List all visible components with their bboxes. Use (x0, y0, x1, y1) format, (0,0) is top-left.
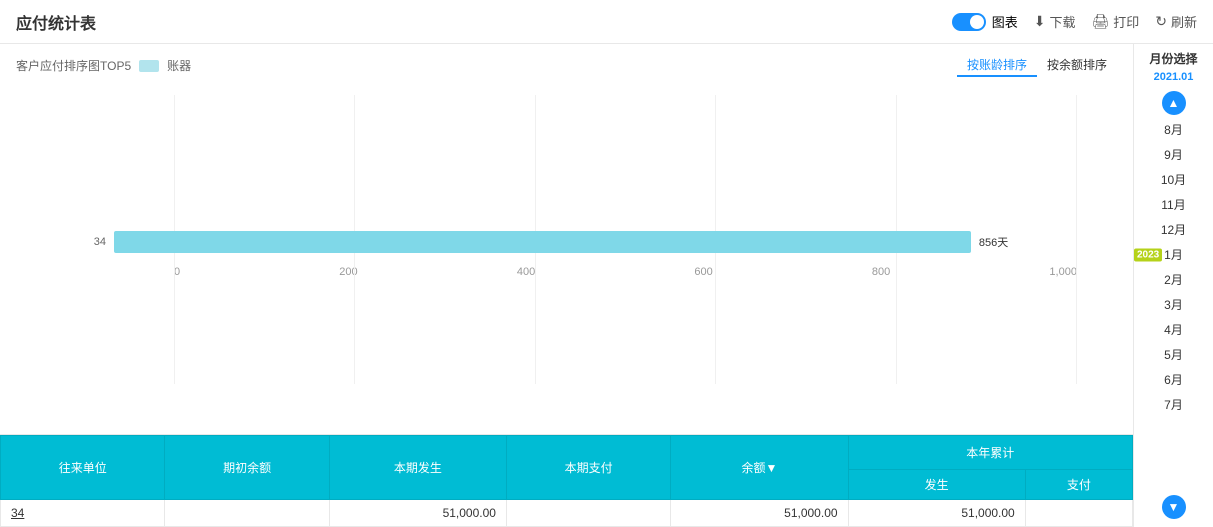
th-ytd-occ: 发生 (848, 470, 1025, 500)
cell-unit: 34 (1, 500, 165, 527)
month-item[interactable]: 20231月 (1134, 242, 1213, 267)
right-sidebar: 月份选择 2021.01 ▲ 8月 9月 10月 11月 12月 20231月 2月 3月 4月… (1133, 44, 1213, 527)
cell-balance: 51,000.00 (671, 500, 848, 527)
page-title: 应付统计表 (16, 10, 96, 34)
th-balance: 余额▼ (671, 436, 848, 500)
header-actions: 图表 ⬇ 下载 🖨 打印 ↻ 刷新 (952, 12, 1197, 31)
month-item[interactable]: 12月 (1134, 217, 1213, 242)
left-panel: 客户应付排序图TOP5 账器 按账龄排序 按余额排序 (0, 44, 1133, 527)
table-area: 往来单位 期初余额 本期发生 本期支付 余额▼ 本年累计 发生 支付 (0, 435, 1133, 527)
x-axis-label: 200 (339, 266, 357, 278)
th-ytd: 本年累计 (848, 436, 1132, 470)
data-table: 往来单位 期初余额 本期发生 本期支付 余额▼ 本年累计 发生 支付 (0, 435, 1133, 527)
print-icon: 🖨 (1091, 13, 1109, 30)
month-label: 3月 (1164, 298, 1183, 312)
sidebar-label: 月份选择 (1149, 50, 1197, 67)
month-item[interactable]: 9月 (1134, 142, 1213, 167)
month-item[interactable]: 4月 (1134, 317, 1213, 342)
sort-by-amount-button[interactable]: 按余额排序 (1037, 54, 1117, 77)
header: 应付统计表 图表 ⬇ 下载 🖨 打印 ↻ 刷新 (0, 0, 1213, 44)
chart-legend-title: 客户应付排序图TOP5 (16, 57, 131, 74)
table-row: 34 51,000.00 51,000.00 51,000.00 (1, 500, 1133, 527)
main-content: 客户应付排序图TOP5 账器 按账龄排序 按余额排序 (0, 44, 1213, 527)
sidebar-year-display: 2021.01 (1154, 71, 1194, 83)
chart-sort-buttons: 按账龄排序 按余额排序 (957, 54, 1117, 77)
chart-legend: 客户应付排序图TOP5 账器 (16, 57, 191, 74)
bar-label: 34 (76, 236, 106, 248)
x-axis-label: 1,000 (1049, 266, 1077, 278)
toggle-track (952, 13, 986, 31)
refresh-icon: ↻ (1155, 13, 1167, 30)
x-axis-label: 600 (694, 266, 712, 278)
cell-opening (165, 500, 329, 527)
cell-ytd-pay (1025, 500, 1132, 527)
refresh-label: 刷新 (1171, 12, 1197, 31)
year-badge: 2023 (1134, 248, 1162, 261)
table-header-row1: 往来单位 期初余额 本期发生 本期支付 余额▼ 本年累计 (1, 436, 1133, 470)
month-list: 8月 9月 10月 11月 12月 20231月 2月 3月 4月 5月 6月 7月 (1134, 117, 1213, 493)
month-item[interactable]: 8月 (1134, 117, 1213, 142)
month-item[interactable]: 2月 (1134, 267, 1213, 292)
bar-fill (114, 231, 971, 253)
toggle-thumb (970, 15, 984, 29)
month-label: 4月 (1164, 323, 1183, 337)
chart-area: 客户应付排序图TOP5 账器 按账龄排序 按余额排序 (0, 44, 1133, 435)
chart-toggle[interactable]: 图表 (952, 12, 1018, 31)
bar-chart: 34 856天 0 200 400 600 800 1,000 (16, 85, 1117, 424)
month-item[interactable]: 10月 (1134, 167, 1213, 192)
cell-ytd-occ: 51,000.00 (848, 500, 1025, 527)
month-label: 1月 (1164, 248, 1183, 262)
month-label: 12月 (1161, 223, 1186, 237)
th-current-pay: 本期支付 (506, 436, 670, 500)
x-axis-label: 0 (174, 266, 180, 278)
cell-current-occ: 51,000.00 (329, 500, 506, 527)
month-item[interactable]: 3月 (1134, 292, 1213, 317)
month-label: 2月 (1164, 273, 1183, 287)
month-label: 8月 (1164, 123, 1183, 137)
month-label: 10月 (1161, 173, 1186, 187)
x-axis: 0 200 400 600 800 1,000 (76, 266, 1077, 278)
month-item[interactable]: 11月 (1134, 192, 1213, 217)
month-item[interactable]: 6月 (1134, 367, 1213, 392)
chart-toggle-label: 图表 (992, 12, 1018, 31)
legend-item-label: 账器 (167, 57, 191, 74)
scroll-up-button[interactable]: ▲ (1162, 91, 1186, 115)
month-item[interactable]: 7月 (1134, 392, 1213, 417)
app-container: 应付统计表 图表 ⬇ 下载 🖨 打印 ↻ 刷新 (0, 0, 1213, 527)
scroll-down-button[interactable]: ▼ (1162, 495, 1186, 519)
refresh-button[interactable]: ↻ 刷新 (1155, 12, 1197, 31)
print-button[interactable]: 🖨 打印 (1091, 12, 1139, 31)
download-button[interactable]: ⬇ 下载 (1034, 12, 1076, 31)
th-current-occ: 本期发生 (329, 436, 506, 500)
bar-row: 34 856天 (76, 226, 1077, 258)
print-label: 打印 (1113, 12, 1139, 31)
download-icon: ⬇ (1034, 13, 1046, 30)
legend-box (139, 60, 159, 72)
cell-current-pay (506, 500, 670, 527)
month-label: 11月 (1161, 198, 1185, 212)
x-axis-label: 400 (517, 266, 535, 278)
table-body: 34 51,000.00 51,000.00 51,000.00 (1, 500, 1133, 527)
th-unit: 往来单位 (1, 436, 165, 500)
th-ytd-pay: 支付 (1025, 470, 1132, 500)
bar-end-label: 856天 (979, 234, 1008, 250)
download-label: 下载 (1049, 12, 1075, 31)
month-label: 7月 (1164, 398, 1183, 412)
chart-header: 客户应付排序图TOP5 账器 按账龄排序 按余额排序 (16, 54, 1117, 77)
month-label: 6月 (1164, 373, 1183, 387)
x-axis-label: 800 (872, 266, 890, 278)
month-label: 9月 (1164, 148, 1183, 162)
sort-by-balance-button[interactable]: 按账龄排序 (957, 54, 1037, 77)
th-opening: 期初余额 (165, 436, 329, 500)
bars-container: 34 856天 (76, 222, 1077, 262)
month-item[interactable]: 5月 (1134, 342, 1213, 367)
unit-link[interactable]: 34 (11, 506, 24, 520)
bar-chart-inner: 34 856天 0 200 400 600 800 1,000 (76, 95, 1077, 404)
month-label: 5月 (1164, 348, 1183, 362)
